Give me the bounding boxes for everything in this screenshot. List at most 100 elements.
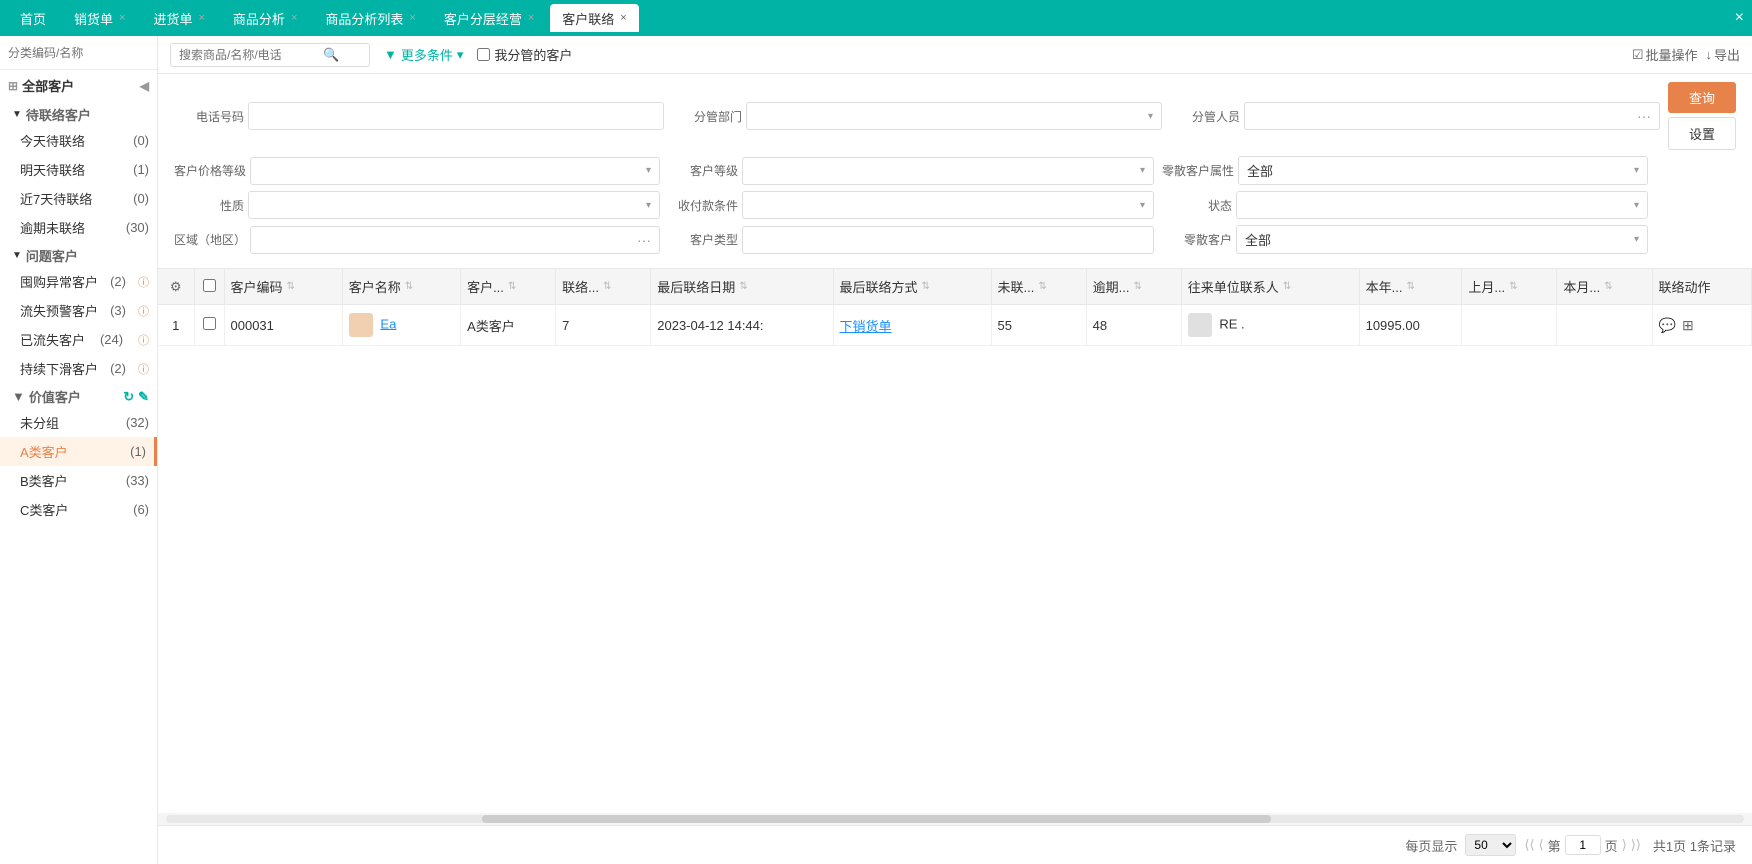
last-contact-method-value[interactable]: 下销货单 — [840, 319, 892, 334]
filter-payment-select[interactable]: ▾ — [742, 191, 1154, 219]
tab-purchase[interactable]: 进货单 × — [141, 4, 216, 32]
tab-analysis-close[interactable]: × — [291, 12, 297, 24]
filter-phone-input[interactable] — [248, 102, 664, 130]
filter-status-select[interactable]: ▾ — [1236, 191, 1648, 219]
query-button[interactable]: 查询 — [1668, 82, 1736, 113]
prev-page-button[interactable]: ⟨ — [1539, 837, 1544, 853]
filter-price-level: 客户价格等级 ▾ — [174, 157, 660, 185]
sort-icon-code[interactable]: ⇅ — [287, 281, 295, 292]
edit-icon[interactable]: ✎ — [138, 389, 149, 405]
triangle-icon-problem: ▼ — [12, 250, 22, 261]
per-page-select[interactable]: 50 100 200 — [1465, 834, 1516, 856]
sort-icon-name[interactable]: ⇅ — [405, 281, 413, 292]
filter-customer-type-input[interactable] — [742, 226, 1154, 254]
sort-icon-contacts[interactable]: ⇅ — [603, 281, 611, 292]
sidebar-item-7days-label: 近7天待联络 — [20, 189, 92, 208]
filter-row-1: 电话号码 分管部门 ▾ 分管人员 ··· — [174, 82, 1736, 150]
filter-region-select[interactable]: ··· — [250, 226, 660, 254]
sort-icon-not-contacted[interactable]: ⇅ — [1038, 281, 1046, 292]
more-filters-button[interactable]: ▼ 更多条件 ▾ — [378, 42, 469, 67]
tab-customer-layer-close[interactable]: × — [528, 12, 534, 24]
my-customers-checkbox[interactable] — [477, 48, 490, 61]
batch-icon: ☑ — [1632, 47, 1644, 63]
filter-department-select[interactable]: ▾ — [746, 102, 1162, 130]
next-page-button[interactable]: ⟩ — [1622, 837, 1627, 853]
tab-sales[interactable]: 销货单 × — [62, 4, 137, 32]
tab-purchase-close[interactable]: × — [198, 12, 204, 24]
search-icon[interactable]: 🔍 — [323, 47, 339, 63]
filter-price-level-select[interactable]: ▾ — [250, 157, 660, 185]
customer-name[interactable]: Ea — [380, 316, 396, 331]
sidebar-item-churned[interactable]: 已流失客户 (24) ⓘ — [0, 325, 157, 354]
first-page-button[interactable]: ⟨⟨ — [1524, 837, 1534, 853]
search-input[interactable] — [179, 48, 319, 62]
tab-customer-contact[interactable]: 客户联络 × — [550, 4, 638, 32]
chat-icon[interactable]: 💬 — [1659, 317, 1676, 334]
contacts-value: 7 — [562, 318, 569, 333]
tab-analysis-list-close[interactable]: × — [409, 12, 415, 24]
tab-sales-close[interactable]: × — [119, 12, 125, 24]
sidebar-group-problem[interactable]: ▼ 问题客户 — [0, 242, 157, 267]
select-all-checkbox[interactable] — [203, 279, 216, 292]
tab-analysis-list-label: 商品分析列表 — [325, 9, 403, 28]
sidebar-item-7days[interactable]: 近7天待联络 (0) — [0, 184, 157, 213]
sidebar-item-class-c[interactable]: C类客户 (6) — [0, 495, 157, 524]
tab-analysis-list[interactable]: 商品分析列表 × — [313, 4, 427, 32]
filter-row-4: 区域（地区） ··· 客户类型 零散客户 全部 ▾ — [174, 225, 1736, 254]
gear-icon[interactable]: ⚙ — [170, 279, 182, 294]
sidebar-search-input[interactable] — [8, 46, 158, 60]
sort-icon-overdue[interactable]: ⇅ — [1133, 281, 1141, 292]
batch-operations-button[interactable]: ☑ 批量操作 — [1632, 45, 1698, 64]
filter-arrow-icon: ▾ — [457, 47, 464, 63]
sidebar-item-class-a-count: (1) — [130, 444, 146, 459]
sort-icon-last-contact-method[interactable]: ⇅ — [922, 281, 930, 292]
scrollbar-thumb[interactable] — [482, 815, 1271, 823]
tab-customer-layer[interactable]: 客户分层经营 × — [432, 4, 546, 32]
filter-retail-attr-select[interactable]: 全部 ▾ — [1238, 156, 1648, 185]
qrcode-icon[interactable]: ⊞ — [1682, 317, 1694, 334]
sidebar-item-class-c-label: C类客户 — [20, 500, 68, 519]
last-page-button[interactable]: ⟩⟩ — [1631, 837, 1641, 853]
page-number-input[interactable] — [1565, 835, 1601, 855]
sort-icon-year-amount[interactable]: ⇅ — [1406, 281, 1414, 292]
horizontal-scrollbar[interactable] — [158, 813, 1752, 825]
filter-nature-select[interactable]: ▾ — [248, 191, 660, 219]
sidebar-item-class-a[interactable]: A类客户 (1) — [0, 437, 157, 466]
sort-icon-this-month[interactable]: ⇅ — [1604, 281, 1612, 292]
grid-icon: ⊞ — [8, 79, 18, 93]
pagination: 每页显示 50 100 200 ⟨⟨ ⟨ 第 页 ⟩ ⟩⟩ 共1页 1条记录 — [158, 825, 1752, 864]
sidebar-item-hoarding[interactable]: 囤购异常客户 (2) ⓘ — [0, 267, 157, 296]
settings-button[interactable]: 设置 — [1668, 117, 1736, 150]
filter-manager: 分管人员 ··· — [1170, 102, 1660, 130]
sidebar-item-tomorrow[interactable]: 明天待联络 (1) — [0, 155, 157, 184]
tab-home[interactable]: 首页 — [8, 4, 58, 32]
sort-icon-last-contact-date[interactable]: ⇅ — [739, 281, 747, 292]
sidebar-all-customers[interactable]: ⊞ 全部客户 ◀ — [0, 70, 157, 101]
filter-manager-select[interactable]: ··· — [1244, 102, 1660, 130]
filter-retail-select[interactable]: 全部 ▾ — [1236, 225, 1648, 254]
sidebar-item-class-b-label: B类客户 — [20, 471, 68, 490]
tab-customer-contact-close[interactable]: × — [620, 12, 626, 24]
sidebar-group-pending[interactable]: ▼ 待联络客户 — [0, 101, 157, 126]
sort-icon-customer-type[interactable]: ⇅ — [508, 281, 516, 292]
filter-department-label: 分管部门 — [672, 108, 742, 125]
sidebar-item-ungrouped[interactable]: 未分组 (32) — [0, 408, 157, 437]
sidebar-item-today[interactable]: 今天待联络 (0) — [0, 126, 157, 155]
overdue-value: 48 — [1093, 318, 1107, 333]
sort-icon-last-month[interactable]: ⇅ — [1509, 281, 1517, 292]
sidebar-collapse-icon[interactable]: ◀ — [140, 79, 149, 93]
sidebar-item-overdue[interactable]: 逾期未联络 (30) — [0, 213, 157, 242]
filter-retail-attr-value: 全部 — [1247, 161, 1273, 180]
close-all-button[interactable]: × — [1735, 9, 1744, 27]
sidebar-item-declining[interactable]: 持续下滑客户 (2) ⓘ — [0, 354, 157, 383]
sort-icon-unit-contact[interactable]: ⇅ — [1283, 281, 1291, 292]
th-year-amount: 本年... ⇅ — [1359, 269, 1462, 305]
sidebar-group-value[interactable]: ▼ 价值客户 ↻ ✎ — [0, 383, 157, 408]
sidebar-item-churn-warning[interactable]: 流失预警客户 (3) ⓘ — [0, 296, 157, 325]
row-checkbox[interactable] — [203, 317, 216, 330]
export-button[interactable]: ↓ 导出 — [1705, 45, 1740, 64]
sidebar-item-class-b[interactable]: B类客户 (33) — [0, 466, 157, 495]
refresh-icon[interactable]: ↻ — [123, 389, 134, 405]
tab-analysis[interactable]: 商品分析 × — [221, 4, 309, 32]
filter-customer-level-select[interactable]: ▾ — [742, 157, 1154, 185]
